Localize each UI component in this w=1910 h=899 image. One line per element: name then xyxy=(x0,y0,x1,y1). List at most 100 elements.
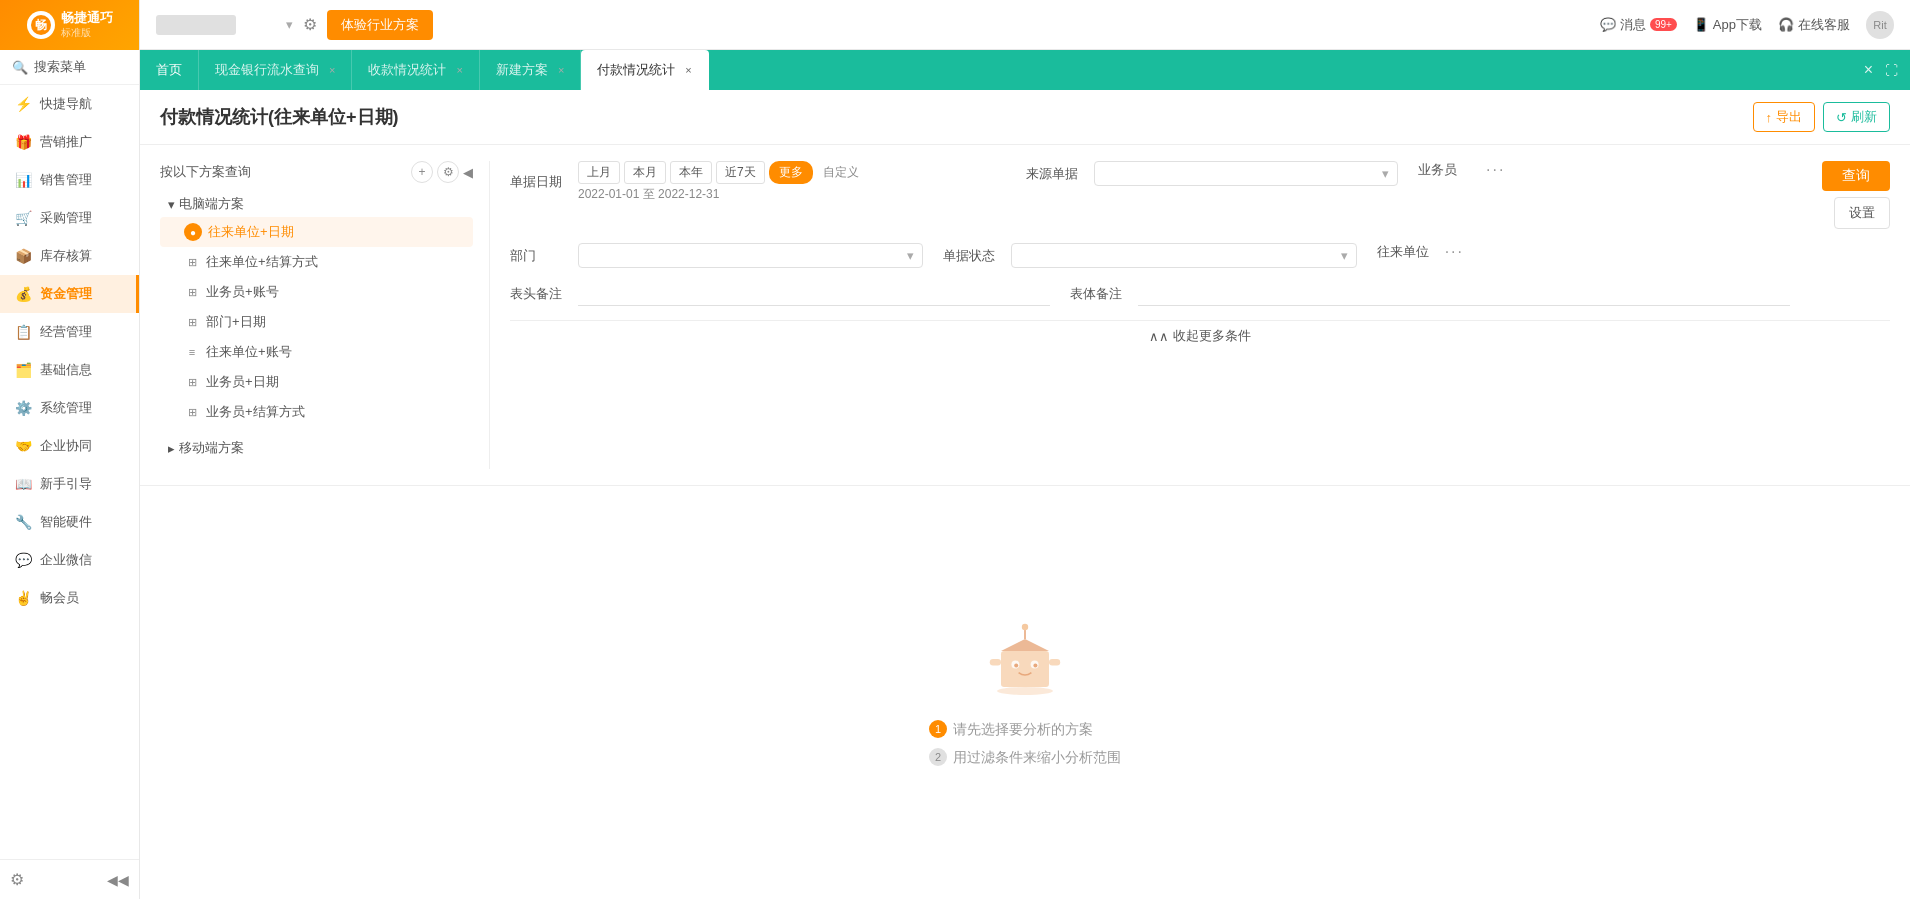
dept-select[interactable]: ▾ xyxy=(578,243,923,268)
scheme-table-icon: ⊞ xyxy=(184,404,200,420)
customer-service-item[interactable]: 🎧 在线客服 xyxy=(1778,16,1850,34)
sidebar-item-wechat[interactable]: 💬 企业微信 xyxy=(0,541,139,579)
sidebar-item-guide[interactable]: 📖 新手引导 xyxy=(0,465,139,503)
tab-cashflow[interactable]: 现金银行流水查询 × xyxy=(199,50,352,90)
app-download-label: App下载 xyxy=(1713,16,1762,34)
topbar-right: 💬 消息 99+ 📱 App下载 🎧 在线客服 Rit xyxy=(1600,11,1894,39)
tab-new-scheme-close[interactable]: × xyxy=(558,64,564,76)
date-field: 单据日期 上月 本月 本年 近7天 更多 xyxy=(510,161,1006,203)
tab-receipt[interactable]: 收款情况统计 × xyxy=(352,50,479,90)
scheme-item-staff-settle[interactable]: ⊞ 业务员+结算方式 xyxy=(160,397,473,427)
setting-button[interactable]: 设置 xyxy=(1834,197,1890,229)
svg-marker-2 xyxy=(1001,639,1049,651)
collapse-more-btn[interactable]: ∧∧ 收起更多条件 xyxy=(510,320,1890,351)
tab-maximize[interactable]: ⛶ xyxy=(1881,59,1902,82)
scheme-item-staff-date[interactable]: ⊞ 业务员+日期 xyxy=(160,367,473,397)
status-select[interactable]: ▾ xyxy=(1011,243,1356,268)
filter-area: 按以下方案查询 + ⚙ ◀ ▾ 电脑端方案 ● 往来单位+日期 ⊞ xyxy=(140,145,1910,486)
date-btn-more[interactable]: 更多 xyxy=(769,161,813,184)
unit-dots-btn[interactable]: ··· xyxy=(1445,243,1464,261)
date-btn-this-year[interactable]: 本年 xyxy=(670,161,712,184)
dept-label: 部门 xyxy=(510,247,570,265)
tab-receipt-close[interactable]: × xyxy=(456,64,462,76)
date-custom-label: 自定义 xyxy=(823,164,859,181)
sidebar-collapse-btn[interactable]: ◀◀ xyxy=(107,872,129,888)
scheme-item-unit-settle[interactable]: ⊞ 往来单位+结算方式 xyxy=(160,247,473,277)
scheme-collapse-btn[interactable]: ◀ xyxy=(463,165,473,180)
sidebar-item-label: 快捷导航 xyxy=(40,95,92,113)
filter-controls: 单据日期 上月 本月 本年 近7天 更多 xyxy=(490,161,1890,469)
scheme-item-dept-date[interactable]: ⊞ 部门+日期 xyxy=(160,307,473,337)
export-button[interactable]: ↑ 导出 xyxy=(1753,102,1816,132)
refresh-button[interactable]: ↺ 刷新 xyxy=(1823,102,1890,132)
sidebar-item-fund[interactable]: 💰 资金管理 xyxy=(0,275,139,313)
app-download-item[interactable]: 📱 App下载 xyxy=(1693,16,1762,34)
sidebar-item-purchase[interactable]: 🛒 采购管理 xyxy=(0,199,139,237)
sidebar-item-sales[interactable]: 📊 销售管理 xyxy=(0,161,139,199)
dept-field: 部门 ▾ xyxy=(510,243,923,268)
scheme-settings-btn[interactable]: ⚙ xyxy=(437,161,459,183)
mobile-group-title[interactable]: ▸ 移动端方案 xyxy=(160,435,473,461)
sidebar-item-marketing[interactable]: 🎁 营销推广 xyxy=(0,123,139,161)
sidebar-item-label: 畅会员 xyxy=(40,589,79,607)
tab-payment-close[interactable]: × xyxy=(685,64,691,76)
sidebar-item-inventory[interactable]: 📦 库存核算 xyxy=(0,237,139,275)
staff-dots-btn[interactable]: ··· xyxy=(1486,161,1505,179)
mobile-chevron-icon: ▸ xyxy=(168,441,175,456)
staff-label: 业务员 xyxy=(1418,161,1478,179)
source-select[interactable]: ▾ xyxy=(1094,161,1398,186)
scheme-add-btn[interactable]: + xyxy=(411,161,433,183)
desktop-group-title[interactable]: ▾ 电脑端方案 xyxy=(160,191,473,217)
date-btn-this-month[interactable]: 本月 xyxy=(624,161,666,184)
body-note-input[interactable] xyxy=(1138,282,1790,306)
header-note-label: 表头备注 xyxy=(510,285,570,303)
topbar-settings-icon[interactable]: ⚙ xyxy=(303,15,317,34)
scheme-item-label: 往来单位+日期 xyxy=(208,223,294,241)
sidebar-item-quick-nav[interactable]: ⚡ 快捷导航 xyxy=(0,85,139,123)
status-label: 单据状态 xyxy=(943,247,1003,265)
date-range-value: 2022-01-01 至 2022-12-31 xyxy=(578,186,859,203)
tab-cashflow-close[interactable]: × xyxy=(329,64,335,76)
service-icon: 🎧 xyxy=(1778,17,1794,32)
scheme-item-unit-date[interactable]: ● 往来单位+日期 xyxy=(160,217,473,247)
sidebar-item-label: 系统管理 xyxy=(40,399,92,417)
sidebar-item-basic[interactable]: 🗂️ 基础信息 xyxy=(0,351,139,389)
logo-inner: 畅 xyxy=(31,15,51,35)
tab-cashflow-label: 现金银行流水查询 xyxy=(215,61,319,79)
search-menu-item[interactable]: 🔍 搜索菜单 xyxy=(0,50,139,85)
trial-button[interactable]: 体验行业方案 xyxy=(327,10,433,40)
date-btn-7days[interactable]: 近7天 xyxy=(716,161,765,184)
sidebar-settings-btn[interactable]: ⚙ xyxy=(10,870,24,889)
scheme-item-staff-account[interactable]: ⊞ 业务员+账号 xyxy=(160,277,473,307)
topbar-company xyxy=(156,15,276,35)
mobile-scheme-group: ▸ 移动端方案 xyxy=(160,435,473,461)
sidebar-item-hardware[interactable]: 🔧 智能硬件 xyxy=(0,503,139,541)
tab-new-scheme[interactable]: 新建方案 × xyxy=(480,50,581,90)
search-icon: 🔍 xyxy=(12,60,28,75)
collapse-more-icon: ∧∧ xyxy=(1149,329,1169,344)
date-btn-last-month[interactable]: 上月 xyxy=(578,161,620,184)
tab-home[interactable]: 首页 xyxy=(140,50,199,90)
sidebar-item-enterprise[interactable]: 🤝 企业协同 xyxy=(0,427,139,465)
topbar: ▾ ⚙ 体验行业方案 💬 消息 99+ 📱 App下载 🎧 在线客服 Rit xyxy=(140,0,1910,50)
page-title: 付款情况统计(往来单位+日期) xyxy=(160,105,1753,129)
message-item[interactable]: 💬 消息 99+ xyxy=(1600,16,1677,34)
system-icon: ⚙️ xyxy=(14,399,32,417)
user-avatar[interactable]: Rit xyxy=(1866,11,1894,39)
sidebar-item-member[interactable]: ✌️ 畅会员 xyxy=(0,579,139,617)
query-button[interactable]: 查询 xyxy=(1822,161,1890,191)
collapse-more-label: 收起更多条件 xyxy=(1173,327,1251,345)
sidebar-item-operation[interactable]: 📋 经营管理 xyxy=(0,313,139,351)
scheme-table-icon: ⊞ xyxy=(184,314,200,330)
topbar-chevron-down[interactable]: ▾ xyxy=(286,17,293,32)
date-buttons-row: 上月 本月 本年 近7天 更多 自定义 xyxy=(578,161,859,184)
logo-text: 畅捷通巧 xyxy=(61,10,113,26)
scheme-item-unit-account[interactable]: ≡ 往来单位+账号 xyxy=(160,337,473,367)
tab-payment[interactable]: 付款情况统计 × xyxy=(581,50,708,90)
header-note-input[interactable] xyxy=(578,282,1050,306)
message-badge: 99+ xyxy=(1650,18,1677,31)
sidebar-item-system[interactable]: ⚙️ 系统管理 xyxy=(0,389,139,427)
scheme-item-label: 往来单位+账号 xyxy=(206,343,292,361)
tab-close-all[interactable]: × xyxy=(1860,57,1877,83)
source-label: 来源单据 xyxy=(1026,165,1086,183)
